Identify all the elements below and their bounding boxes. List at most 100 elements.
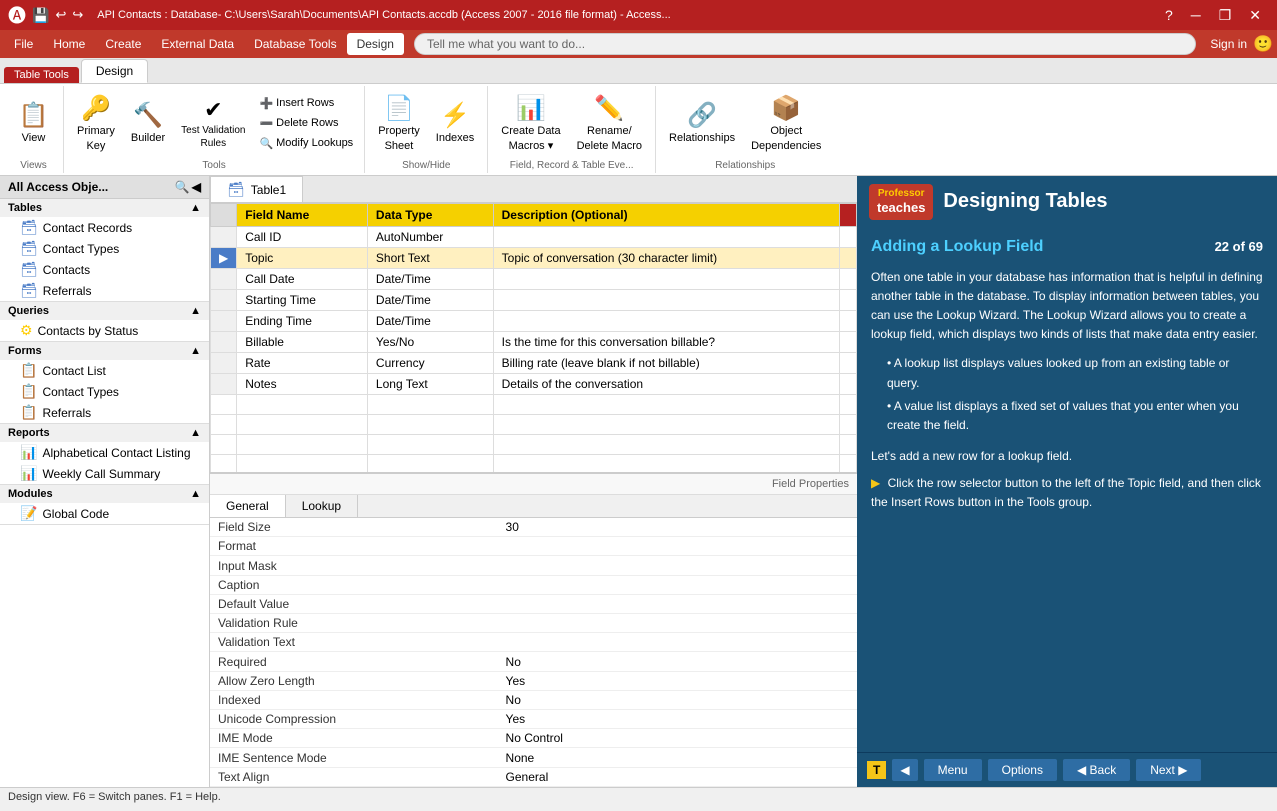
- data-type-starting-time[interactable]: Date/Time: [367, 290, 493, 311]
- menu-item-file[interactable]: File: [4, 33, 43, 55]
- sidebar-section-queries-header[interactable]: Queries ▲: [0, 302, 209, 320]
- row-selector-topic[interactable]: ▶: [211, 248, 237, 269]
- prop-value-ime-mode[interactable]: No Control: [498, 729, 857, 748]
- desc-call-date[interactable]: [493, 269, 839, 290]
- data-type-notes[interactable]: Long Text: [367, 374, 493, 395]
- field-name-notes[interactable]: Notes: [237, 374, 368, 395]
- table-row[interactable]: Call Date Date/Time: [211, 269, 857, 290]
- desc-call-id[interactable]: [493, 227, 839, 248]
- prop-value-ime-sentence-mode[interactable]: None: [498, 748, 857, 767]
- save-icon[interactable]: 💾: [32, 7, 49, 24]
- create-data-macros-button[interactable]: 📊 Create DataMacros ▾: [494, 88, 567, 158]
- search-bar[interactable]: Tell me what you want to do...: [414, 33, 1196, 55]
- desc-topic[interactable]: Topic of conversation (30 character limi…: [493, 248, 839, 269]
- table-row[interactable]: Rate Currency Billing rate (leave blank …: [211, 353, 857, 374]
- sidebar-item-contacts-by-status[interactable]: ⚙ Contacts by Status: [0, 320, 209, 341]
- desc-rate[interactable]: Billing rate (leave blank if not billabl…: [493, 353, 839, 374]
- sidebar-section-forms-header[interactable]: Forms ▲: [0, 342, 209, 360]
- view-button[interactable]: 📋 View: [12, 95, 56, 150]
- prop-value-format[interactable]: [498, 537, 857, 556]
- desc-ending-time[interactable]: [493, 311, 839, 332]
- prop-value-required[interactable]: No: [498, 652, 857, 671]
- row-selector-billable[interactable]: [211, 332, 237, 353]
- field-name-topic[interactable]: Topic: [237, 248, 368, 269]
- data-type-ending-time[interactable]: Date/Time: [367, 311, 493, 332]
- tab-table1[interactable]: 🗃 Table1: [210, 176, 303, 202]
- sidebar-item-contacts[interactable]: 🗃 Contacts: [0, 259, 209, 280]
- prop-tab-lookup[interactable]: Lookup: [286, 495, 358, 517]
- sidebar-section-reports-header[interactable]: Reports ▲: [0, 424, 209, 442]
- sidebar-collapse-icon[interactable]: ◀: [192, 180, 201, 194]
- minimize-icon[interactable]: ─: [1183, 5, 1209, 26]
- desc-starting-time[interactable]: [493, 290, 839, 311]
- table-row-empty-1[interactable]: [211, 395, 857, 415]
- sidebar-section-tables-header[interactable]: Tables ▲: [0, 199, 209, 217]
- help-nav-menu-button[interactable]: Menu: [924, 759, 982, 781]
- indexes-button[interactable]: ⚡ Indexes: [429, 95, 482, 150]
- data-type-rate[interactable]: Currency: [367, 353, 493, 374]
- row-selector-notes[interactable]: [211, 374, 237, 395]
- prop-value-indexed[interactable]: No: [498, 690, 857, 709]
- table-row-empty-3[interactable]: [211, 435, 857, 455]
- row-selector-ending-time[interactable]: [211, 311, 237, 332]
- relationships-button[interactable]: 🔗 Relationships: [662, 95, 742, 150]
- data-type-call-id[interactable]: AutoNumber: [367, 227, 493, 248]
- field-name-ending-time[interactable]: Ending Time: [237, 311, 368, 332]
- field-name-billable[interactable]: Billable: [237, 332, 368, 353]
- help-nav-next-button[interactable]: Next ▶: [1136, 759, 1201, 781]
- field-name-rate[interactable]: Rate: [237, 353, 368, 374]
- property-sheet-button[interactable]: 📄 PropertySheet: [371, 88, 427, 158]
- prop-value-unicode-compression[interactable]: Yes: [498, 710, 857, 729]
- help-nav-options-button[interactable]: Options: [988, 759, 1057, 781]
- sidebar-item-global-code[interactable]: 📝 Global Code: [0, 503, 209, 524]
- menu-item-database-tools[interactable]: Database Tools: [244, 33, 347, 55]
- table-row-empty-4[interactable]: [211, 455, 857, 474]
- sidebar-item-contact-records[interactable]: 🗃 Contact Records: [0, 217, 209, 238]
- table-row[interactable]: Ending Time Date/Time: [211, 311, 857, 332]
- rename-delete-macro-button[interactable]: ✏️ Rename/Delete Macro: [570, 88, 649, 158]
- menu-item-home[interactable]: Home: [43, 33, 95, 55]
- prop-value-text-align[interactable]: General: [498, 767, 857, 786]
- object-dependencies-button[interactable]: 📦 ObjectDependencies: [744, 88, 828, 158]
- field-name-starting-time[interactable]: Starting Time: [237, 290, 368, 311]
- desc-notes[interactable]: Details of the conversation: [493, 374, 839, 395]
- help-nav-back-button[interactable]: ◀ Back: [1063, 759, 1130, 781]
- restore-icon[interactable]: ❐: [1211, 5, 1240, 26]
- table-row[interactable]: Call ID AutoNumber: [211, 227, 857, 248]
- sidebar-section-modules-header[interactable]: Modules ▲: [0, 485, 209, 503]
- desc-billable[interactable]: Is the time for this conversation billab…: [493, 332, 839, 353]
- menu-item-create[interactable]: Create: [95, 33, 151, 55]
- modify-lookups-button[interactable]: 🔍 Modify Lookups: [254, 134, 358, 153]
- prop-value-validation-text[interactable]: [498, 633, 857, 652]
- field-name-call-date[interactable]: Call Date: [237, 269, 368, 290]
- sidebar-item-referrals-table[interactable]: 🗃 Referrals: [0, 280, 209, 301]
- menu-item-external-data[interactable]: External Data: [151, 33, 244, 55]
- delete-rows-button[interactable]: ➖ Delete Rows: [254, 114, 358, 133]
- prop-value-default-value[interactable]: [498, 594, 857, 613]
- redo-icon[interactable]: ↪: [72, 7, 83, 23]
- sidebar-item-referrals-form[interactable]: 📋 Referrals: [0, 402, 209, 423]
- sidebar-search-icon[interactable]: 🔍: [175, 180, 190, 194]
- builder-button[interactable]: 🔨 Builder: [124, 95, 172, 150]
- prop-tab-general[interactable]: General: [210, 495, 286, 517]
- sign-in[interactable]: Sign in: [1210, 37, 1247, 51]
- table-row[interactable]: Starting Time Date/Time: [211, 290, 857, 311]
- row-selector-rate[interactable]: [211, 353, 237, 374]
- insert-rows-button[interactable]: ➕ Insert Rows: [254, 94, 358, 113]
- table-row[interactable]: Billable Yes/No Is the time for this con…: [211, 332, 857, 353]
- prop-value-input-mask[interactable]: [498, 556, 857, 575]
- row-selector-starting-time[interactable]: [211, 290, 237, 311]
- help-icon[interactable]: ?: [1157, 5, 1181, 26]
- sidebar-item-contact-types-table[interactable]: 🗃 Contact Types: [0, 238, 209, 259]
- primary-key-button[interactable]: 🔑 PrimaryKey: [70, 88, 122, 158]
- test-validation-button[interactable]: ✔ Test ValidationRules: [174, 91, 252, 156]
- table-row[interactable]: Notes Long Text Details of the conversat…: [211, 374, 857, 395]
- undo-icon[interactable]: ↩: [55, 7, 66, 23]
- prop-value-field-size[interactable]: 30: [498, 518, 857, 537]
- data-type-topic[interactable]: Short Text: [367, 248, 493, 269]
- row-selector-1[interactable]: [211, 227, 237, 248]
- prop-value-caption[interactable]: [498, 575, 857, 594]
- table-row-empty-2[interactable]: [211, 415, 857, 435]
- sidebar-item-contact-types-form[interactable]: 📋 Contact Types: [0, 381, 209, 402]
- prop-value-allow-zero-length[interactable]: Yes: [498, 671, 857, 690]
